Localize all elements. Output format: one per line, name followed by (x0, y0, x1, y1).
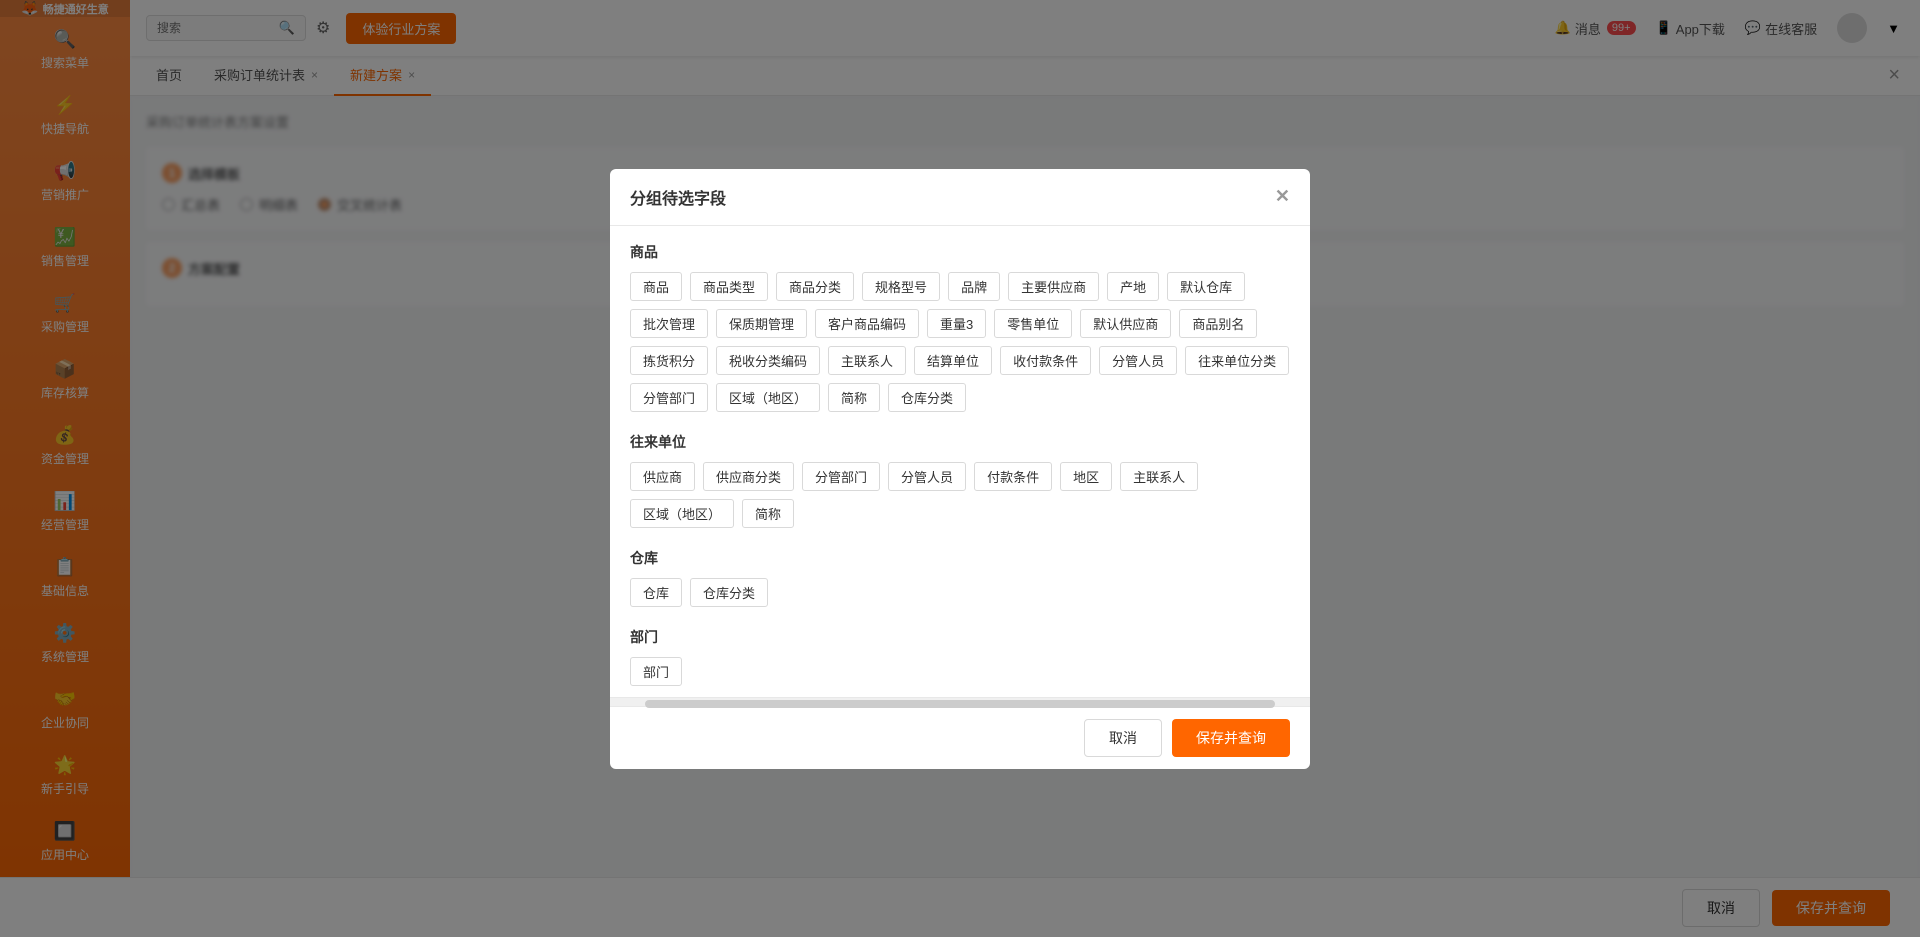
modal-overlay: 分组待选字段 ✕ 商品商品商品类型商品分类规格型号品牌主要供应商产地默认仓库批次… (0, 0, 1920, 937)
field-tag-商品分类[interactable]: 商品分类 (776, 272, 854, 301)
field-tag-收付款条件[interactable]: 收付款条件 (1000, 346, 1091, 375)
field-tag-品牌[interactable]: 品牌 (948, 272, 1000, 301)
section-department: 部门部门 (630, 627, 1290, 686)
modal-header: 分组待选字段 ✕ (610, 169, 1310, 226)
field-tag-往来单位分类[interactable]: 往来单位分类 (1185, 346, 1289, 375)
field-select-modal: 分组待选字段 ✕ 商品商品商品类型商品分类规格型号品牌主要供应商产地默认仓库批次… (610, 169, 1310, 769)
modal-title: 分组待选字段 (630, 185, 726, 209)
save-button[interactable]: 保存并查询 (1172, 719, 1290, 757)
field-tag-税收分类编码[interactable]: 税收分类编码 (716, 346, 820, 375)
field-tag-主联系人[interactable]: 主联系人 (828, 346, 906, 375)
field-tag-简称[interactable]: 简称 (828, 383, 880, 412)
field-tag-地区[interactable]: 地区 (1060, 462, 1112, 491)
field-tag-分管部门[interactable]: 分管部门 (630, 383, 708, 412)
modal-footer: 取消 保存并查询 (610, 706, 1310, 769)
field-tags-warehouse: 仓库仓库分类 (630, 578, 1290, 607)
field-tag-商品类型[interactable]: 商品类型 (690, 272, 768, 301)
field-tag-批次管理[interactable]: 批次管理 (630, 309, 708, 338)
field-tag-付款条件[interactable]: 付款条件 (974, 462, 1052, 491)
field-tag-规格型号[interactable]: 规格型号 (862, 272, 940, 301)
modal-close-btn[interactable]: ✕ (1275, 186, 1290, 207)
section-title-warehouse: 仓库 (630, 548, 1290, 568)
section-title-partner: 往来单位 (630, 432, 1290, 452)
section-partner: 往来单位供应商供应商分类分管部门分管人员付款条件地区主联系人区域（地区） 简称 (630, 432, 1290, 528)
field-tag-默认仓库[interactable]: 默认仓库 (1167, 272, 1245, 301)
field-tag-拣货积分[interactable]: 拣货积分 (630, 346, 708, 375)
field-tags-goods: 商品商品类型商品分类规格型号品牌主要供应商产地默认仓库批次管理保质期管理客户商品… (630, 272, 1290, 412)
field-tags-partner: 供应商供应商分类分管部门分管人员付款条件地区主联系人区域（地区） 简称 (630, 462, 1290, 528)
field-tag-仓库分类[interactable]: 仓库分类 (888, 383, 966, 412)
field-tag-客户商品编码[interactable]: 客户商品编码 (815, 309, 919, 338)
field-tag-供应商[interactable]: 供应商 (630, 462, 695, 491)
field-tag-零售单位[interactable]: 零售单位 (994, 309, 1072, 338)
modal-body[interactable]: 商品商品商品类型商品分类规格型号品牌主要供应商产地默认仓库批次管理保质期管理客户… (610, 226, 1310, 697)
field-tag-区域（地区）[interactable]: 区域（地区） (716, 383, 820, 412)
field-tag-仓库分类[interactable]: 仓库分类 (690, 578, 768, 607)
field-tag-分管部门[interactable]: 分管部门 (802, 462, 880, 491)
field-tag-结算单位[interactable]: 结算单位 (914, 346, 992, 375)
modal-hscroll[interactable] (610, 697, 1310, 706)
field-tag-商品别名[interactable]: 商品别名 (1179, 309, 1257, 338)
field-tag-仓库[interactable]: 仓库 (630, 578, 682, 607)
field-tag-产地[interactable]: 产地 (1107, 272, 1159, 301)
field-tag-保质期管理[interactable]: 保质期管理 (716, 309, 807, 338)
field-tag-分管人员[interactable]: 分管人员 (888, 462, 966, 491)
field-tag-重量3[interactable]: 重量3 (927, 309, 986, 338)
section-warehouse: 仓库仓库仓库分类 (630, 548, 1290, 607)
field-tag-默认供应商[interactable]: 默认供应商 (1080, 309, 1171, 338)
field-tags-department: 部门 (630, 657, 1290, 686)
field-tag-商品[interactable]: 商品 (630, 272, 682, 301)
field-tag-供应商分类[interactable]: 供应商分类 (703, 462, 794, 491)
field-tag-分管人员[interactable]: 分管人员 (1099, 346, 1177, 375)
field-tag-部门[interactable]: 部门 (630, 657, 682, 686)
cancel-button[interactable]: 取消 (1084, 719, 1162, 757)
field-tag-主要供应商[interactable]: 主要供应商 (1008, 272, 1099, 301)
field-tag-简称[interactable]: 简称 (742, 499, 794, 528)
section-goods: 商品商品商品类型商品分类规格型号品牌主要供应商产地默认仓库批次管理保质期管理客户… (630, 242, 1290, 412)
field-tag-主联系人[interactable]: 主联系人 (1120, 462, 1198, 491)
section-title-goods: 商品 (630, 242, 1290, 262)
section-title-department: 部门 (630, 627, 1290, 647)
field-tag-区域（地区）[interactable]: 区域（地区） (630, 499, 734, 528)
